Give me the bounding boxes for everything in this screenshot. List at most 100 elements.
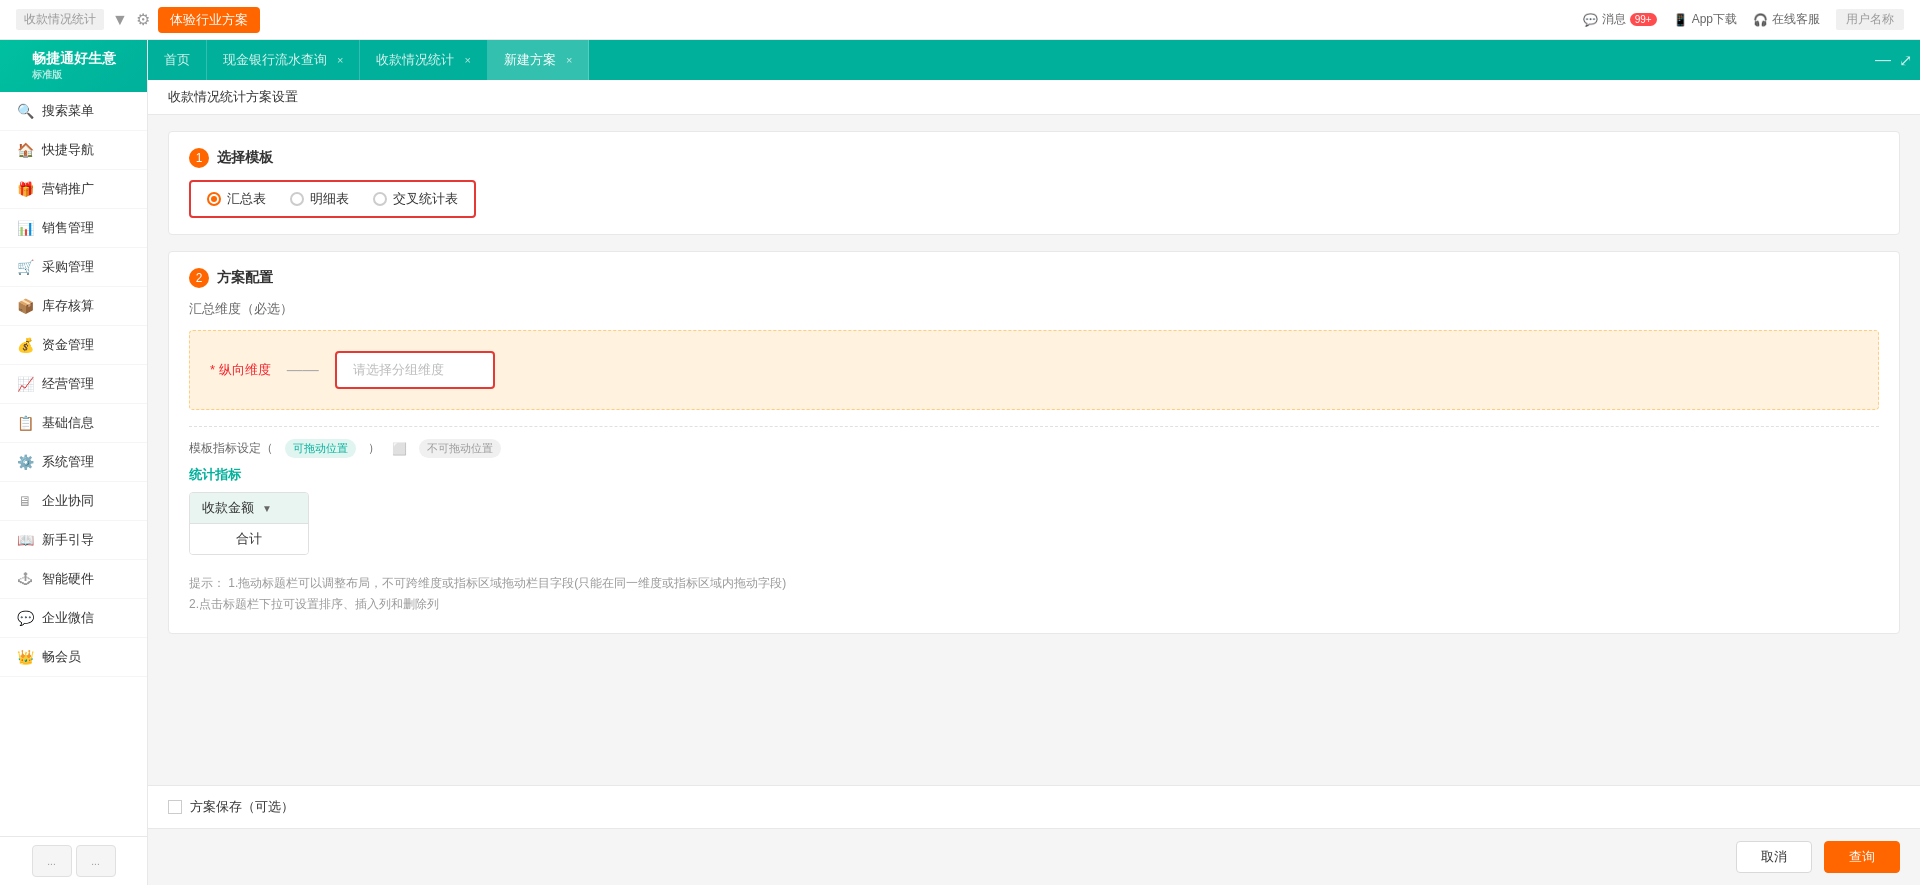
guide-icon: 📖 — [16, 531, 34, 549]
step2-badge: 2 — [189, 268, 209, 288]
header-icons: 💬 消息 99+ 📱 App下载 🎧 在线客服 用户名称 — [1583, 9, 1904, 30]
tab-new-plan-label: 新建方案 — [504, 51, 556, 69]
metric-section-title: 统计指标 — [189, 466, 1879, 484]
sidebar-label-wechat: 企业微信 — [42, 609, 94, 627]
tab-minimize-btn[interactable]: — — [1875, 51, 1891, 69]
step1-title: 选择模板 — [217, 149, 273, 167]
radio-summary-label: 汇总表 — [227, 190, 266, 208]
tab-receipt-stat-close[interactable]: × — [464, 54, 470, 66]
radio-summary[interactable]: 汇总表 — [207, 190, 266, 208]
save-checkbox[interactable] — [168, 800, 182, 814]
radio-detail-label: 明细表 — [310, 190, 349, 208]
service-label: 在线客服 — [1772, 11, 1820, 28]
cancel-button[interactable]: 取消 — [1736, 841, 1812, 873]
sidebar-item-basic[interactable]: 📋 基础信息 — [0, 404, 147, 443]
section-container: 1 选择模板 汇总表 明细表 — [148, 115, 1920, 785]
sidebar-item-nav[interactable]: 🏠 快捷导航 — [0, 131, 147, 170]
enterprise-icon: 🖥 — [16, 492, 34, 510]
download-area[interactable]: 📱 App下载 — [1673, 11, 1737, 28]
required-star: * — [210, 362, 215, 377]
sidebar-bottom-btn2[interactable]: ... — [76, 845, 116, 877]
non-draggable-icon: ⬜ — [392, 442, 407, 456]
sidebar-item-operation[interactable]: 📈 经营管理 — [0, 365, 147, 404]
tab-home-label: 首页 — [164, 51, 190, 69]
dim-select[interactable]: 请选择分组维度 — [335, 351, 495, 389]
bottom-action-bar: 取消 查询 — [148, 828, 1920, 885]
sidebar-bottom-btn1[interactable]: ... — [32, 845, 72, 877]
metric-label-bar: 模板指标设定（ 可拖动位置 ） ⬜ 不可拖动位置 — [189, 439, 1879, 458]
download-label: App下载 — [1692, 11, 1737, 28]
radio-cross[interactable]: 交叉统计表 — [373, 190, 458, 208]
download-icon: 📱 — [1673, 13, 1688, 27]
tab-receipt-stat[interactable]: 收款情况统计 × — [360, 40, 487, 80]
settings-icon[interactable]: ⚙ — [136, 10, 150, 29]
step1-section: 1 选择模板 汇总表 明细表 — [168, 131, 1900, 235]
sidebar-item-guide[interactable]: 📖 新手引导 — [0, 521, 147, 560]
metric-data-row: 合计 — [190, 524, 308, 554]
message-icon: 💬 — [1583, 13, 1598, 27]
step2-title: 方案配置 — [217, 269, 273, 287]
metric-settings-title2: ） — [368, 440, 380, 457]
sidebar-label-nav: 快捷导航 — [42, 141, 94, 159]
sidebar-label-member: 畅会员 — [42, 648, 81, 666]
message-badge: 99+ — [1630, 13, 1657, 26]
tab-maximize-btn[interactable]: ⤢ — [1899, 51, 1912, 70]
sidebar-item-member[interactable]: 👑 畅会员 — [0, 638, 147, 677]
sidebar-label-purchase: 采购管理 — [42, 258, 94, 276]
user-area[interactable]: 用户名称 — [1836, 9, 1904, 30]
sidebar-item-hardware[interactable]: 🕹 智能硬件 — [0, 560, 147, 599]
dropdown-icon[interactable]: ▼ — [112, 11, 128, 29]
query-button[interactable]: 查询 — [1824, 841, 1900, 873]
draggable-tag: 可拖动位置 — [285, 439, 356, 458]
tab-home[interactable]: 首页 — [148, 40, 207, 80]
service-icon: 🎧 — [1753, 13, 1768, 27]
tab-new-plan[interactable]: 新建方案 × — [488, 40, 589, 80]
sidebar-bottom: ... ... — [0, 836, 147, 885]
inventory-icon: 📦 — [16, 297, 34, 315]
service-area[interactable]: 🎧 在线客服 — [1753, 11, 1820, 28]
sidebar-item-enterprise[interactable]: 🖥 企业协同 — [0, 482, 147, 521]
sidebar-item-finance[interactable]: 💰 资金管理 — [0, 326, 147, 365]
sidebar-item-system[interactable]: ⚙️ 系统管理 — [0, 443, 147, 482]
step1-header: 1 选择模板 — [189, 148, 1879, 168]
sidebar-item-purchase[interactable]: 🛒 采购管理 — [0, 248, 147, 287]
radio-detail[interactable]: 明细表 — [290, 190, 349, 208]
dim-arrow: —— — [287, 361, 319, 379]
sidebar-label-finance: 资金管理 — [42, 336, 94, 354]
sidebar-item-search[interactable]: 🔍 搜索菜单 — [0, 92, 147, 131]
tab-receipt-stat-label: 收款情况统计 — [376, 51, 454, 69]
basic-icon: 📋 — [16, 414, 34, 432]
sidebar-label-search: 搜索菜单 — [42, 102, 94, 120]
message-label: 消息 — [1602, 11, 1626, 28]
metric-col-chevron: ▼ — [262, 503, 272, 514]
radio-summary-circle — [207, 192, 221, 206]
radio-cross-label: 交叉统计表 — [393, 190, 458, 208]
sidebar-item-inventory[interactable]: 📦 库存核算 — [0, 287, 147, 326]
trial-btn[interactable]: 体验行业方案 — [158, 7, 260, 33]
marketing-icon: 🎁 — [16, 180, 34, 198]
sidebar-item-wechat[interactable]: 💬 企业微信 — [0, 599, 147, 638]
tab-cash-flow[interactable]: 现金银行流水查询 × — [207, 40, 360, 80]
tab-cash-flow-close[interactable]: × — [337, 54, 343, 66]
system-icon: ⚙️ — [16, 453, 34, 471]
tab-new-plan-close[interactable]: × — [566, 54, 572, 66]
message-area[interactable]: 💬 消息 99+ — [1583, 11, 1657, 28]
tips-section: 提示： 1.拖动标题栏可以调整布局，不可跨维度或指标区域拖动栏目字段(只能在同一… — [189, 575, 1879, 613]
metric-header-row[interactable]: 收款金额 ▼ — [190, 493, 308, 524]
finance-icon: 💰 — [16, 336, 34, 354]
sidebar-label-sales: 销售管理 — [42, 219, 94, 237]
top-header: 收款情况统计 ▼ ⚙ 体验行业方案 💬 消息 99+ 📱 App下载 🎧 在线客… — [0, 0, 1920, 40]
sidebar-label-hardware: 智能硬件 — [42, 570, 94, 588]
sidebar: 畅捷通好生意 标准版 🔍 搜索菜单 🏠 快捷导航 🎁 营销推广 📊 销售管理 🛒… — [0, 40, 148, 885]
sidebar-label-enterprise: 企业协同 — [42, 492, 94, 510]
metric-col-header: 收款金额 — [202, 499, 254, 517]
page-footer: 方案保存（可选） — [148, 785, 1920, 828]
purchase-icon: 🛒 — [16, 258, 34, 276]
sidebar-label-basic: 基础信息 — [42, 414, 94, 432]
tab-bar-actions: — ⤢ — [1875, 51, 1920, 70]
sidebar-item-marketing[interactable]: 🎁 营销推广 — [0, 170, 147, 209]
step2-section: 2 方案配置 汇总维度（必选） * 纵向维度 —— 请选择分 — [168, 251, 1900, 634]
dimension-label: 汇总维度（必选） — [189, 300, 1879, 318]
sidebar-item-sales[interactable]: 📊 销售管理 — [0, 209, 147, 248]
metric-table: 收款金额 ▼ 合计 — [189, 492, 309, 555]
